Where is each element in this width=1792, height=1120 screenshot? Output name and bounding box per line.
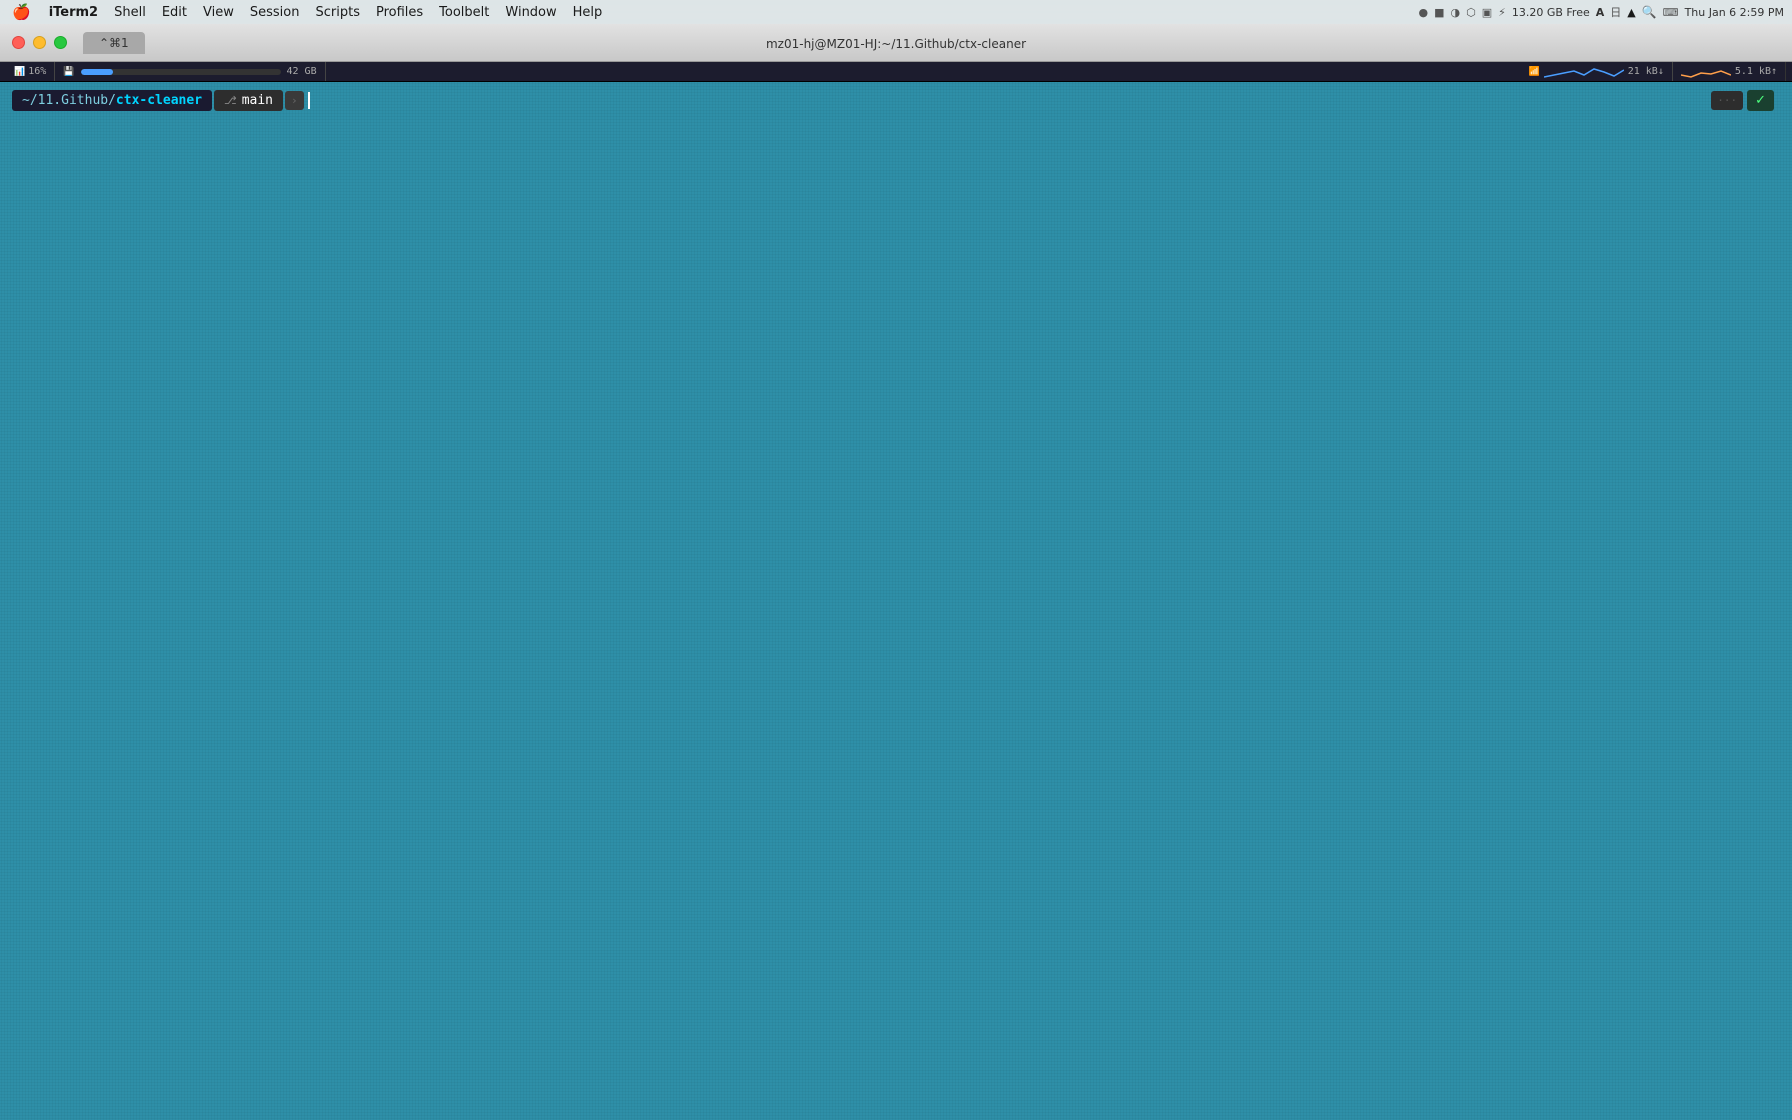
profiles-menu[interactable]: Profiles (368, 4, 431, 21)
prompt-line: ~/11.Github/ ctx-cleaner ⎇ main › ··· ✓ (6, 88, 1780, 112)
input-source: 日 (1610, 4, 1621, 20)
apple-menu[interactable]: 🍎 (8, 3, 41, 21)
screen-record-icon: ■ (1434, 6, 1444, 19)
wifi-icon: ▲ (1627, 6, 1635, 19)
net-up-status: 5.1 kB↑ (1673, 62, 1786, 81)
prompt-separator: › (285, 91, 304, 110)
net-down-status: 📶 21 kB↓ (1521, 62, 1673, 81)
status-bar: 📊 16% 💾 42 GB 📶 21 kB↓ 5.1 (0, 62, 1792, 82)
cpu-icon: 📊 (14, 67, 25, 77)
traffic-lights (12, 36, 67, 49)
edit-menu[interactable]: Edit (154, 4, 195, 21)
view-menu[interactable]: View (195, 4, 242, 21)
memory-status: 💾 42 GB (55, 62, 325, 81)
app-name-menu[interactable]: iTerm2 (41, 4, 106, 21)
datetime: Thu Jan 6 2:59 PM (1685, 6, 1784, 19)
help-menu[interactable]: Help (565, 4, 611, 21)
tab-shortcut: ⌃⌘1 (99, 36, 129, 50)
net-icon: 📶 (1529, 67, 1540, 77)
prompt-right-area: ··· ✓ (1711, 90, 1774, 111)
spotlight-icon: ⌨ (1663, 6, 1679, 19)
path-prefix: ~/11.Github/ (22, 93, 116, 108)
memory-status: 13.20 GB Free (1512, 6, 1590, 19)
net-down-label: 21 kB↓ (1628, 66, 1664, 77)
menubar: 🍎 iTerm2 Shell Edit View Session Scripts… (0, 0, 1792, 24)
window-icon: ▣ (1482, 6, 1492, 19)
prompt-dots: ··· (1711, 91, 1743, 110)
mem-progress-bar (81, 69, 281, 75)
minimize-button[interactable] (33, 36, 46, 49)
power-icon: ⚡ (1498, 6, 1506, 19)
record-indicator: ● (1418, 6, 1428, 19)
vpn-icon: ⬡ (1466, 6, 1476, 19)
toolbelt-menu[interactable]: Toolbelt (431, 4, 497, 21)
session-menu[interactable]: Session (242, 4, 308, 21)
scripts-menu[interactable]: Scripts (307, 4, 367, 21)
git-branch-segment: ⎇ main (214, 90, 283, 111)
cpu-status: 📊 16% (6, 62, 55, 81)
iterm-window: ⌃⌘1 mz01-hj@MZ01-HJ:~/11.Github/ctx-clea… (0, 24, 1792, 1120)
path-dir: ctx-cleaner (116, 93, 202, 108)
success-checkmark: ✓ (1747, 90, 1774, 111)
branch-name: main (242, 93, 273, 108)
active-tab[interactable]: ⌃⌘1 (83, 32, 145, 54)
shell-menu[interactable]: Shell (106, 4, 154, 21)
mem-label: 42 GB (287, 66, 317, 77)
window-title: mz01-hj@MZ01-HJ:~/11.Github/ctx-cleaner (766, 37, 1026, 51)
kb-layout: A (1596, 6, 1605, 19)
cpu-label: 16% (28, 66, 46, 77)
prompt-path: ~/11.Github/ ctx-cleaner (12, 90, 212, 111)
window-title-bar: mz01-hj@MZ01-HJ:~/11.Github/ctx-cleaner (766, 33, 1026, 52)
close-button[interactable] (12, 36, 25, 49)
iterm-icon: ◑ (1450, 6, 1460, 19)
mem-progress-fill (81, 69, 113, 75)
mem-icon: 💾 (63, 67, 74, 77)
window-menu[interactable]: Window (497, 4, 564, 21)
net-chart (1544, 65, 1624, 79)
net-up-label: 5.1 kB↑ (1735, 66, 1777, 77)
maximize-button[interactable] (54, 36, 67, 49)
title-bar: ⌃⌘1 mz01-hj@MZ01-HJ:~/11.Github/ctx-clea… (0, 24, 1792, 62)
terminal-cursor (308, 92, 310, 109)
net-up-chart (1681, 65, 1731, 79)
search-icon[interactable]: 🔍 (1642, 5, 1657, 19)
git-icon: ⎇ (224, 94, 237, 107)
terminal-area[interactable]: ~/11.Github/ ctx-cleaner ⎇ main › ··· ✓ (0, 82, 1792, 1120)
